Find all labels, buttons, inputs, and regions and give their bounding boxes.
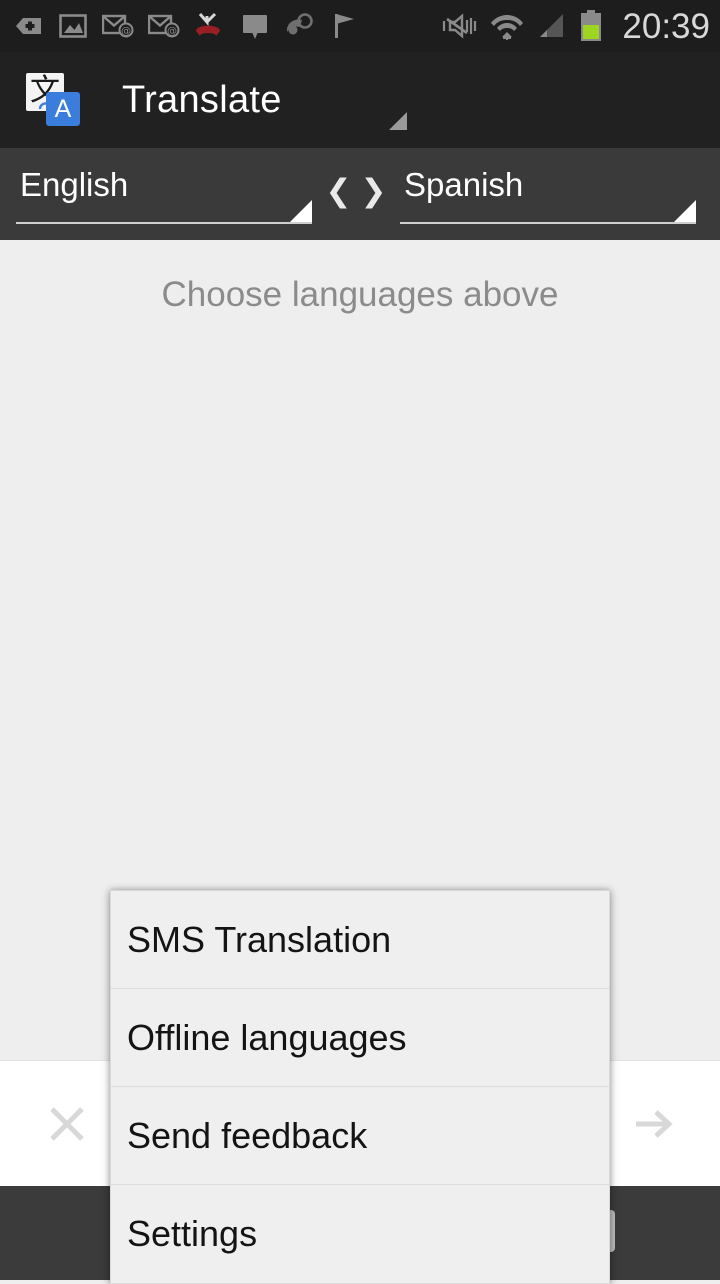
app-title: Translate [122, 78, 282, 121]
chevron-left-icon: ❮ [325, 172, 352, 209]
svg-text:@: @ [167, 26, 177, 37]
action-bar: 文 A Translate [0, 52, 720, 148]
chat-message-icon [243, 15, 267, 39]
cell-signal-icon [540, 14, 564, 37]
vibrate-mute-icon [443, 13, 477, 39]
email-icon-2: @ [148, 14, 180, 38]
chevron-right-icon: ❯ [360, 172, 387, 209]
status-bar[interactable]: @ @ 20:39 [0, 0, 720, 52]
status-bar-system-icons: 20:39 [442, 9, 710, 44]
source-language-label: English [20, 166, 129, 203]
source-language-spinner[interactable]: English [16, 164, 312, 224]
close-icon[interactable] [40, 1097, 94, 1151]
swap-languages-button[interactable]: ❮ ❯ [320, 172, 392, 209]
language-selector-bar: English ❮ ❯ Spanish [0, 148, 720, 240]
wifi-icon [491, 15, 524, 40]
target-language-label: Spanish [404, 166, 524, 203]
add-to-pocket-icon [16, 18, 41, 34]
source-spinner-dropdown-icon [290, 200, 312, 222]
target-language-spinner[interactable]: Spanish [400, 164, 696, 224]
email-icon-1: @ [102, 14, 134, 38]
svg-text:@: @ [121, 26, 131, 37]
status-bar-clock: 20:39 [622, 6, 710, 46]
target-spinner-underline [400, 222, 696, 224]
screenshot-image-icon [59, 14, 87, 38]
target-spinner-dropdown-icon [674, 200, 696, 222]
menu-item-offline-languages[interactable]: Offline languages [111, 989, 609, 1087]
missed-call-icon [196, 12, 220, 36]
menu-item-settings[interactable]: Settings [111, 1185, 609, 1283]
overflow-menu-button[interactable] [389, 112, 407, 130]
battery-icon [581, 10, 602, 41]
menu-item-send-feedback[interactable]: Send feedback [111, 1087, 609, 1185]
translate-app-icon: 文 A [24, 73, 80, 127]
choose-languages-hint: Choose languages above [161, 275, 559, 314]
status-bar-notification-icons: @ @ [14, 11, 442, 41]
flag-icon [335, 14, 354, 38]
steam-icon [287, 13, 313, 35]
translate-icon-latin-badge: A [46, 92, 80, 126]
arrow-right-icon[interactable] [626, 1097, 680, 1151]
overflow-menu: SMS Translation Offline languages Send f… [110, 890, 610, 1284]
menu-item-sms-translation[interactable]: SMS Translation [111, 891, 609, 989]
source-spinner-underline [16, 222, 312, 224]
